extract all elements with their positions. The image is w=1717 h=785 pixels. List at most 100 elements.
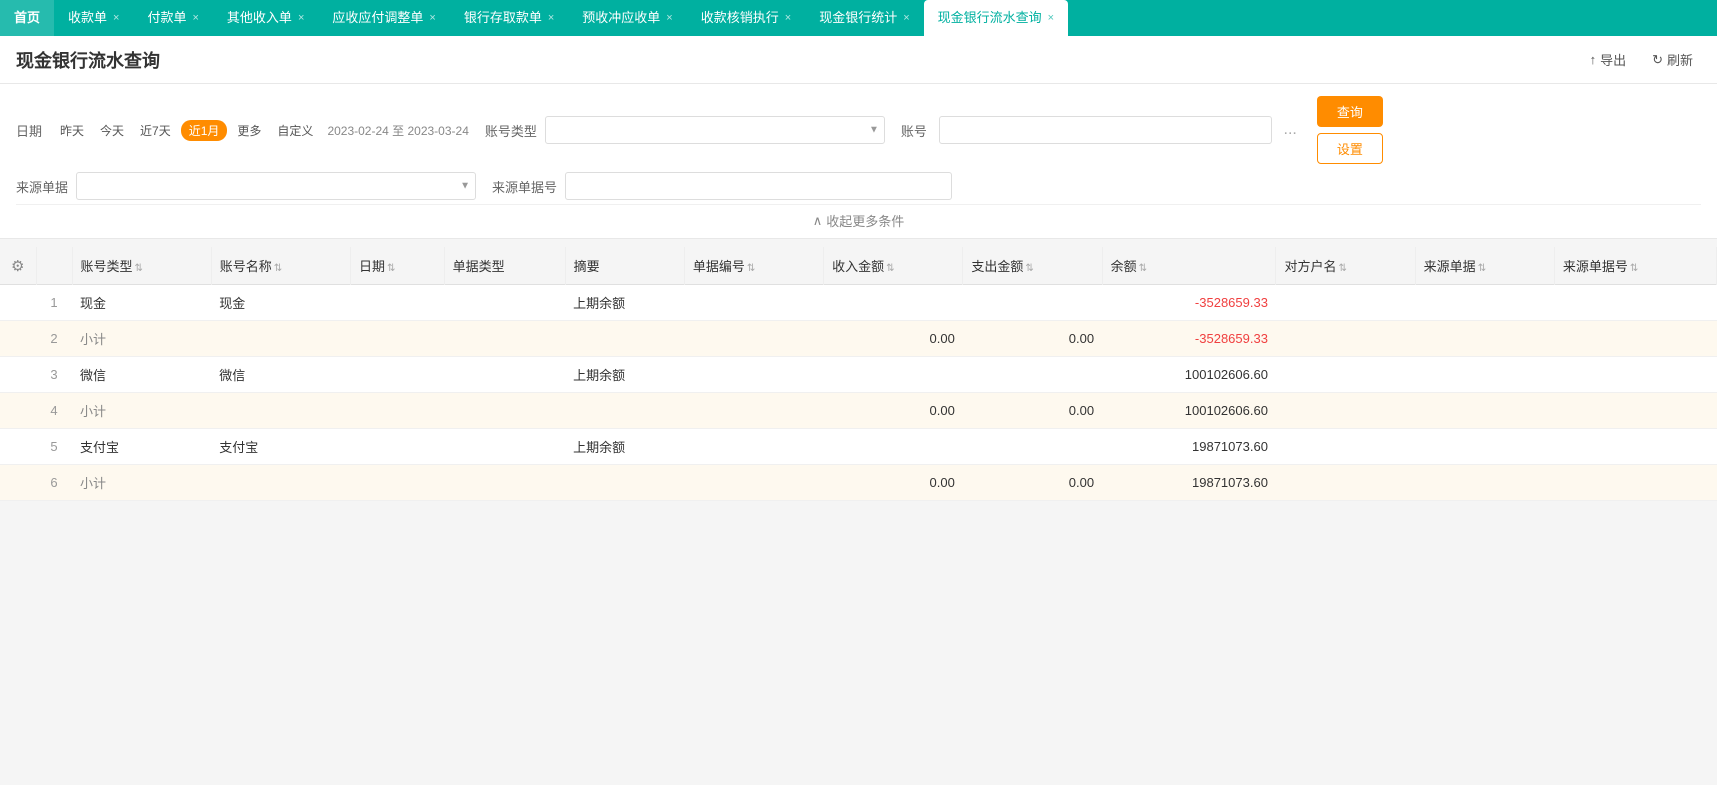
table-row: 2小计0.000.00-3528659.33	[0, 321, 1717, 357]
filter-row-2: 来源单据 来源单据号	[16, 172, 1701, 200]
th-account_type[interactable]: 账号类型⇅	[72, 247, 211, 285]
nav-close-ar-ap-adjust[interactable]: ×	[429, 0, 435, 36]
td-expense	[963, 429, 1102, 465]
nav-close-verify-exec[interactable]: ×	[785, 0, 791, 36]
account-more-icon[interactable]: ...	[1280, 121, 1301, 139]
td-doc-type	[444, 465, 565, 501]
td-source-doc-no	[1554, 285, 1716, 321]
source-doc-select[interactable]	[76, 172, 476, 200]
nav-close-cash-flow-query[interactable]: ×	[1048, 0, 1054, 36]
sort-icon-account_type[interactable]: ⇅	[135, 263, 143, 274]
export-button[interactable]: ↑ 导出	[1582, 46, 1635, 73]
td-balance: -3528659.33	[1102, 321, 1276, 357]
td-source-doc-no	[1554, 465, 1716, 501]
table-settings-icon[interactable]: ⚙	[11, 258, 24, 275]
td-account-type: 支付宝	[72, 429, 211, 465]
th-settings: ⚙	[0, 247, 36, 285]
td-counterpart	[1276, 393, 1415, 429]
th-doc_no[interactable]: 单据编号⇅	[684, 247, 823, 285]
td-account-name: 微信	[211, 357, 350, 393]
nav-item-verify-exec[interactable]: 收款核销执行×	[687, 0, 805, 36]
th-counterpart[interactable]: 对方户名⇅	[1276, 247, 1415, 285]
sort-icon-income[interactable]: ⇅	[886, 263, 894, 274]
sort-icon-balance[interactable]: ⇅	[1139, 263, 1147, 274]
nav-item-home[interactable]: 首页	[0, 0, 54, 36]
td-balance: -3528659.33	[1102, 285, 1276, 321]
source-doc-select-wrapper	[76, 172, 476, 200]
td-summary	[565, 321, 684, 357]
nav-item-bank-deposit[interactable]: 银行存取款单×	[450, 0, 568, 36]
account-type-select[interactable]	[545, 116, 885, 144]
collapse-conditions[interactable]: ∧ 收起更多条件	[16, 204, 1701, 230]
td-account-name	[211, 321, 350, 357]
page-title: 现金银行流水查询	[16, 47, 160, 73]
td-account-name: 现金	[211, 285, 350, 321]
nav-item-pre-receipt[interactable]: 预收冲应收单×	[568, 0, 686, 36]
query-button[interactable]: 查询	[1317, 96, 1383, 127]
date-shortcut-自定义[interactable]: 自定义	[271, 120, 319, 141]
td-row-num: 1	[36, 285, 72, 321]
td-doc-type	[444, 321, 565, 357]
date-shortcut-更多[interactable]: 更多	[231, 120, 267, 141]
nav-item-payment[interactable]: 付款单×	[133, 0, 212, 36]
date-shortcut-近7天[interactable]: 近7天	[134, 120, 177, 141]
source-doc-no-input[interactable]	[565, 172, 952, 200]
date-shortcut-昨天[interactable]: 昨天	[54, 120, 90, 141]
date-shortcut-今天[interactable]: 今天	[94, 120, 130, 141]
td-counterpart	[1276, 429, 1415, 465]
table-row: 1现金现金上期余额-3528659.33	[0, 285, 1717, 321]
sort-icon-source_doc_no[interactable]: ⇅	[1630, 263, 1638, 274]
td-date	[350, 285, 444, 321]
th-income[interactable]: 收入金额⇅	[824, 247, 963, 285]
th-expense[interactable]: 支出金额⇅	[963, 247, 1102, 285]
nav-close-payment[interactable]: ×	[192, 0, 198, 36]
settings-button[interactable]: 设置	[1317, 133, 1383, 164]
source-doc-filter-group: 来源单据	[16, 172, 476, 200]
nav-close-other-income[interactable]: ×	[298, 0, 304, 36]
date-range-display: 2023-02-24 至 2023-03-24	[327, 122, 468, 139]
sort-icon-source_doc[interactable]: ⇅	[1478, 263, 1486, 274]
date-shortcut-近1月[interactable]: 近1月	[181, 120, 228, 141]
td-balance: 19871073.60	[1102, 429, 1276, 465]
th-doc_type: 单据类型	[444, 247, 565, 285]
td-doc-type	[444, 393, 565, 429]
table-body: 1现金现金上期余额-3528659.332小计0.000.00-3528659.…	[0, 285, 1717, 501]
date-shortcuts: 昨天今天近7天近1月更多自定义 2023-02-24 至 2023-03-24	[54, 120, 469, 141]
td-doc-no	[684, 429, 823, 465]
data-table: ⚙账号类型⇅账号名称⇅日期⇅单据类型摘要单据编号⇅收入金额⇅支出金额⇅余额⇅对方…	[0, 247, 1717, 501]
th-account_name[interactable]: 账号名称⇅	[211, 247, 350, 285]
th-source_doc_no[interactable]: 来源单据号⇅	[1554, 247, 1716, 285]
account-type-filter-group: 账号类型	[485, 116, 885, 144]
refresh-button[interactable]: ↻ 刷新	[1644, 46, 1701, 73]
subtotal-label: 小计	[80, 476, 106, 491]
td-summary: 上期余额	[565, 357, 684, 393]
sort-icon-account_name[interactable]: ⇅	[274, 263, 282, 274]
sort-icon-doc_no[interactable]: ⇅	[747, 263, 755, 274]
nav-close-pre-receipt[interactable]: ×	[666, 0, 672, 36]
td-row-num: 5	[36, 429, 72, 465]
nav-item-cash-bank-stat[interactable]: 现金银行统计×	[805, 0, 923, 36]
td-income: 0.00	[824, 393, 963, 429]
th-balance[interactable]: 余额⇅	[1102, 247, 1276, 285]
th-source_doc[interactable]: 来源单据⇅	[1415, 247, 1554, 285]
td-source-doc-no	[1554, 357, 1716, 393]
nav-item-other-income[interactable]: 其他收入单×	[213, 0, 318, 36]
td-settings	[0, 357, 36, 393]
account-input[interactable]	[939, 116, 1272, 144]
td-source-doc	[1415, 357, 1554, 393]
td-doc-no	[684, 465, 823, 501]
nav-close-receipt[interactable]: ×	[113, 0, 119, 36]
nav-item-receipt[interactable]: 收款单×	[54, 0, 133, 36]
sort-icon-expense[interactable]: ⇅	[1025, 263, 1033, 274]
td-expense	[963, 285, 1102, 321]
account-type-select-wrapper	[545, 116, 885, 144]
chevron-up-icon: ∧	[813, 213, 823, 229]
th-date[interactable]: 日期⇅	[350, 247, 444, 285]
nav-close-cash-bank-stat[interactable]: ×	[903, 0, 909, 36]
nav-item-cash-flow-query[interactable]: 现金银行流水查询×	[924, 0, 1068, 36]
sort-icon-date[interactable]: ⇅	[387, 263, 395, 274]
sort-icon-counterpart[interactable]: ⇅	[1338, 263, 1346, 274]
nav-item-ar-ap-adjust[interactable]: 应收应付调整单×	[318, 0, 449, 36]
td-account-name	[211, 465, 350, 501]
nav-close-bank-deposit[interactable]: ×	[548, 0, 554, 36]
